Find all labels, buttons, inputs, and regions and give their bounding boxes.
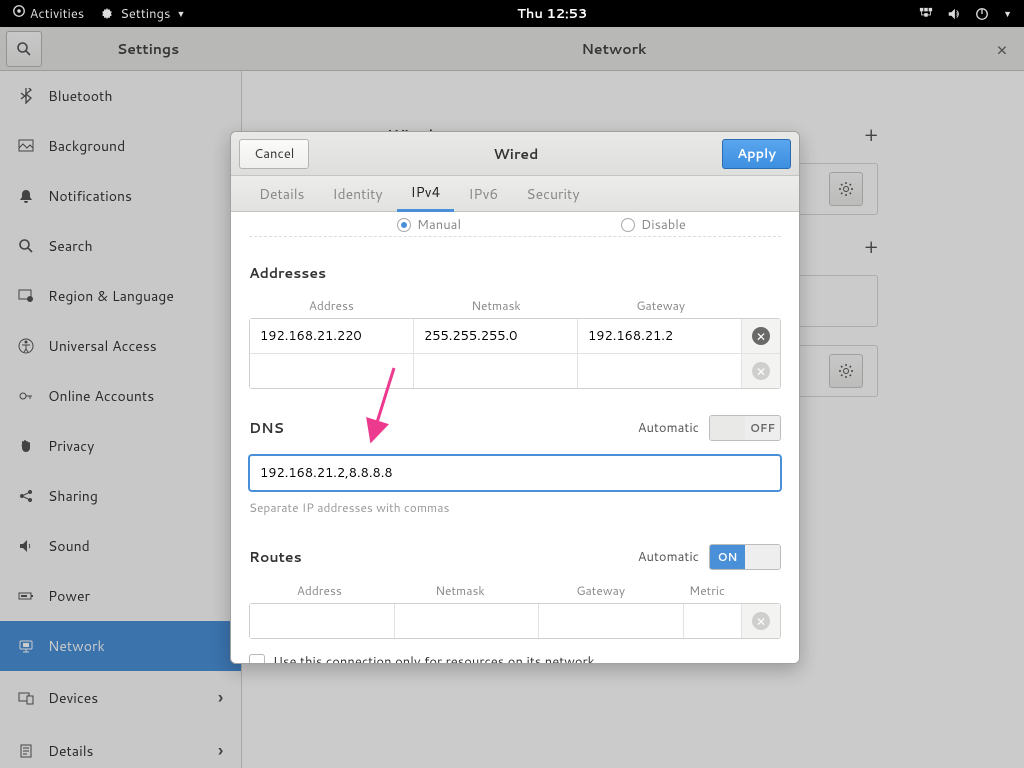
gateway-input[interactable] [578, 354, 742, 388]
dialog-headerbar: Cancel Wired Apply [231, 132, 799, 176]
addresses-table: ✕ ✕ [249, 318, 781, 389]
address-input[interactable] [250, 354, 414, 388]
gateway-input[interactable] [578, 319, 742, 353]
clock[interactable]: Thu 12:53 [185, 5, 919, 23]
address-row: ✕ [250, 319, 780, 354]
tab-ipv4[interactable]: IPv4 [397, 176, 455, 212]
tab-identity[interactable]: Identity [319, 176, 397, 212]
power-icon [975, 7, 989, 21]
gnome-topbar: Activities Settings ▼ Thu 12:53 ▼ [0, 0, 1024, 27]
wired-settings-dialog: Cancel Wired Apply Details Identity IPv4… [230, 131, 800, 664]
activities-icon [12, 4, 26, 18]
dns-heading-row: DNS Automatic OFF [249, 415, 781, 441]
route-metric-input[interactable] [684, 604, 742, 638]
dns-servers-input[interactable] [249, 455, 781, 491]
route-gateway-input[interactable] [539, 604, 684, 638]
dns-automatic-label: Automatic [638, 419, 699, 437]
dialog-title: Wired [309, 144, 722, 164]
delete-row-button[interactable]: ✕ [742, 319, 780, 353]
dns-heading: DNS [249, 418, 284, 438]
activities-button[interactable]: Activities [12, 4, 84, 23]
routes-automatic-switch[interactable]: ON [709, 544, 781, 570]
only-resources-label: Use this connection only for resources o… [273, 653, 594, 663]
routes-automatic-label: Automatic [638, 548, 699, 566]
apply-button[interactable]: Apply [722, 139, 791, 169]
settings-icon [100, 7, 114, 21]
route-row: ✕ [249, 603, 781, 639]
addresses-column-headers: Address Netmask Gateway [249, 297, 781, 314]
address-row: ✕ [250, 354, 780, 388]
addresses-heading: Addresses [249, 263, 781, 283]
radio-dot-icon [621, 218, 635, 232]
netmask-input[interactable] [414, 354, 578, 388]
method-radios: Manual Disable [249, 212, 781, 237]
radio-manual[interactable]: Manual [397, 216, 461, 234]
delete-route-button[interactable]: ✕ [742, 604, 780, 638]
radio-disable[interactable]: Disable [621, 216, 686, 234]
app-menu[interactable]: Settings ▼ [100, 5, 185, 23]
volume-icon [947, 7, 961, 21]
chevron-down-icon: ▼ [1003, 7, 1012, 20]
netmask-input[interactable] [414, 319, 578, 353]
delete-row-button[interactable]: ✕ [742, 354, 780, 388]
dns-help-text: Separate IP addresses with commas [249, 499, 781, 516]
routes-heading-row: Routes Automatic ON [249, 544, 781, 570]
radio-dot-icon [397, 218, 411, 232]
dialog-body: Manual Disable Addresses Address Netmask… [231, 212, 799, 663]
only-resources-checkbox-row[interactable]: Use this connection only for resources o… [249, 653, 781, 663]
routes-heading: Routes [249, 547, 302, 567]
cancel-button[interactable]: Cancel [239, 139, 309, 169]
delete-icon: ✕ [752, 362, 770, 380]
routes-column-headers: Address Netmask Gateway Metric [249, 582, 781, 599]
route-address-input[interactable] [250, 604, 395, 638]
tab-security[interactable]: Security [512, 176, 593, 212]
tab-details[interactable]: Details [245, 176, 319, 212]
checkbox-icon [249, 654, 265, 663]
system-tray[interactable]: ▼ [919, 7, 1012, 21]
delete-icon: ✕ [752, 327, 770, 345]
tab-ipv6[interactable]: IPv6 [454, 176, 512, 212]
network-icon [919, 7, 933, 21]
address-input[interactable] [250, 319, 414, 353]
route-netmask-input[interactable] [395, 604, 540, 638]
delete-icon: ✕ [752, 612, 770, 630]
dialog-tabs: Details Identity IPv4 IPv6 Security [231, 176, 799, 212]
dns-automatic-switch[interactable]: OFF [709, 415, 781, 441]
